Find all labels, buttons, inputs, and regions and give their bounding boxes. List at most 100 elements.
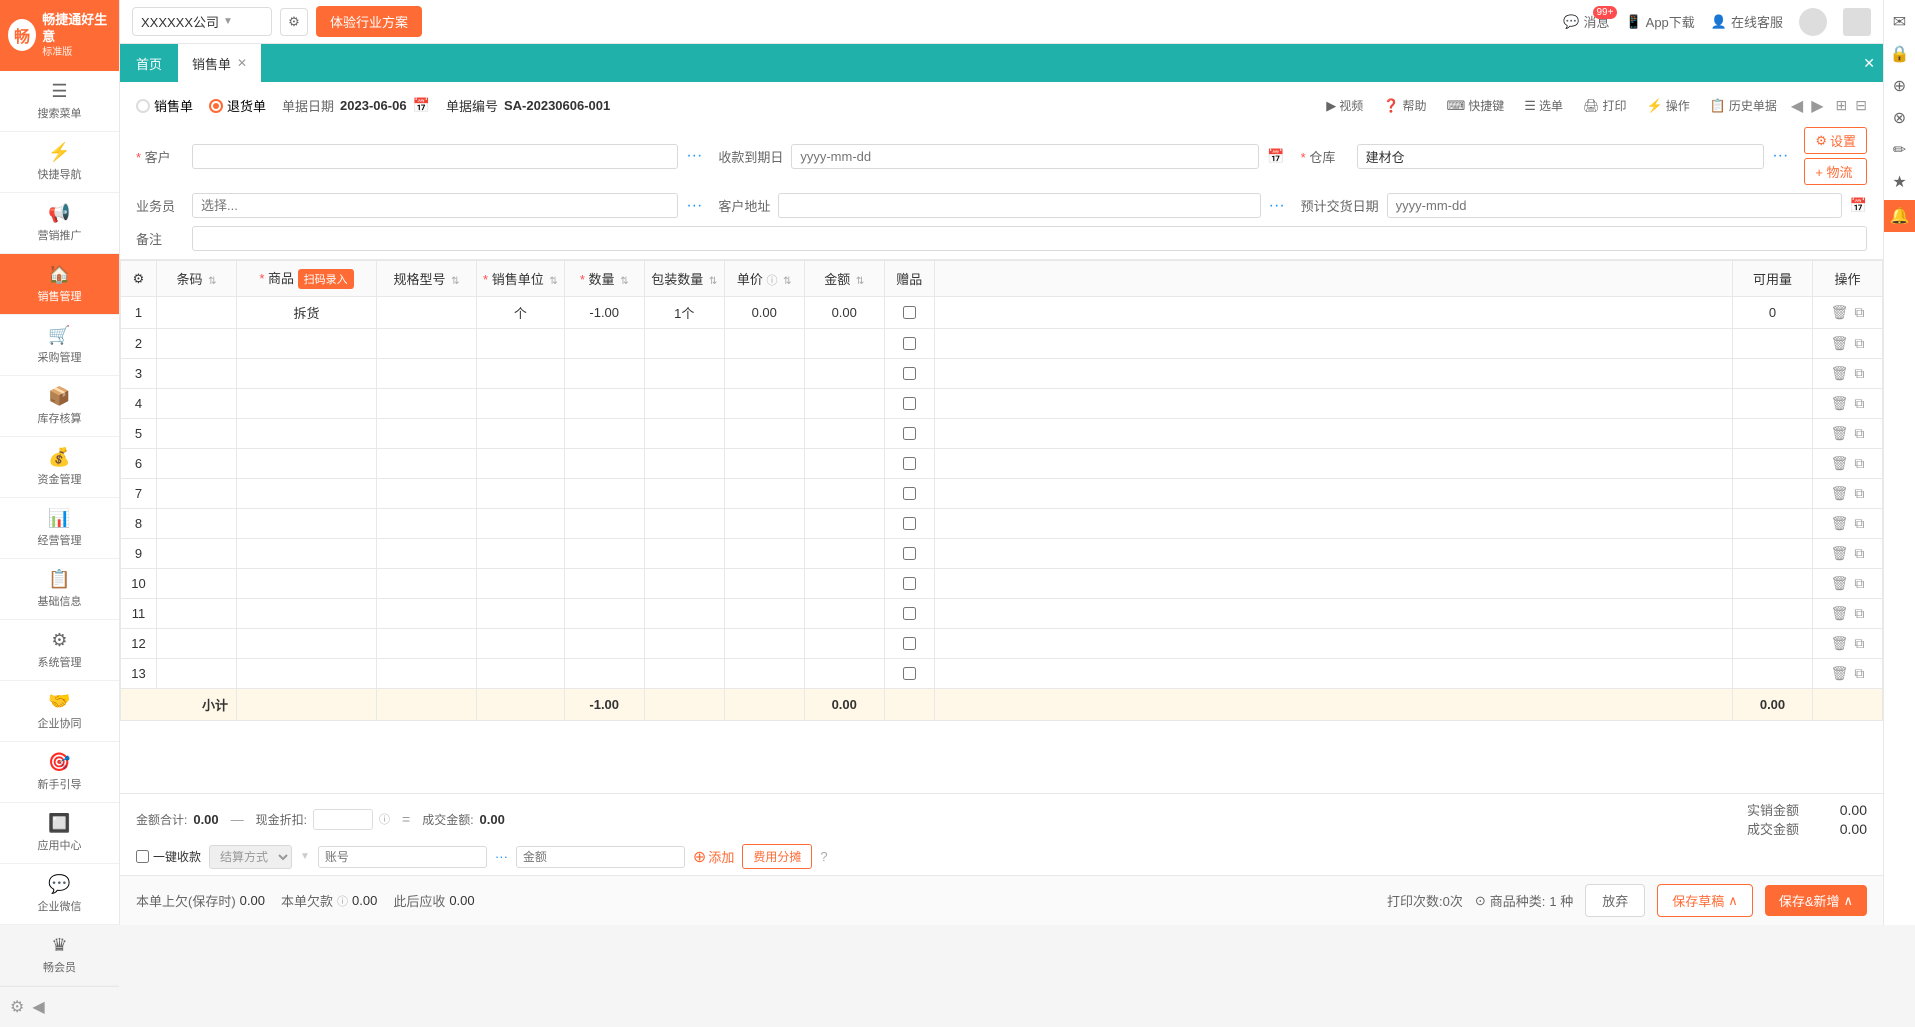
settings-action-btn[interactable]: ⚙ 设置 [1804, 127, 1867, 154]
pack-sort-icon[interactable]: ⇅ [709, 276, 717, 287]
shortcut-btn[interactable]: ⌨ 快捷键 [1441, 94, 1511, 117]
delete-row-icon[interactable]: 🗑 [1831, 485, 1849, 502]
qty-sort-icon[interactable]: ⇅ [620, 276, 628, 287]
spec-sort-icon[interactable]: ⇅ [451, 276, 459, 287]
print-btn[interactable]: 🖨 打印 [1577, 94, 1633, 117]
sidebar-item-ops[interactable]: 📊 经营管理 [0, 498, 119, 559]
close-all-tabs-icon[interactable]: ✕ [1863, 55, 1875, 72]
copy-row-icon[interactable]: ⧉ [1854, 665, 1864, 682]
sidebar-item-member[interactable]: ♛ 畅会员 [0, 925, 119, 986]
due-date-calendar-icon[interactable]: 📅 [1267, 148, 1284, 165]
gift-checkbox[interactable] [903, 517, 916, 530]
delete-row-icon[interactable]: 🗑 [1831, 635, 1849, 652]
add-payment-btn[interactable]: ⊕ 添加 [693, 847, 734, 867]
sidebar-item-search[interactable]: ☰ 搜索菜单 [0, 71, 119, 132]
delete-row-icon[interactable]: 🗑 [1831, 335, 1849, 352]
warehouse-dots-icon[interactable]: ··· [1772, 147, 1788, 165]
sidebar-item-inventory[interactable]: 📦 库存核算 [0, 376, 119, 437]
customer-input[interactable] [192, 144, 678, 169]
row-product[interactable] [237, 329, 377, 359]
pay-account-dots-icon[interactable]: ··· [495, 849, 508, 864]
radio-return[interactable]: 退货单 [209, 96, 266, 115]
barcode-input[interactable] [163, 305, 230, 320]
date-calendar-icon[interactable]: 📅 [413, 97, 430, 114]
gift-checkbox[interactable] [903, 547, 916, 560]
salesperson-input[interactable] [192, 193, 678, 218]
nav-prev-icon[interactable]: ◀ [1791, 96, 1803, 116]
delete-row-icon[interactable]: 🗑 [1831, 304, 1849, 321]
customer-addr-input[interactable] [778, 193, 1260, 218]
gift-checkbox[interactable] [903, 577, 916, 590]
gift-checkbox[interactable] [903, 367, 916, 380]
right-panel-btn-2[interactable]: 🔒 [1886, 40, 1914, 68]
gift-checkbox[interactable] [903, 457, 916, 470]
gift-checkbox[interactable] [903, 306, 916, 319]
right-panel-btn-6[interactable]: ★ [1886, 168, 1914, 196]
row-spec[interactable] [377, 297, 477, 329]
video-btn[interactable]: ▶ 视频 [1320, 94, 1369, 117]
tab-sales[interactable]: 销售单 ✕ [178, 44, 261, 82]
row-qty[interactable] [564, 329, 644, 359]
salesperson-dots-icon[interactable]: ··· [686, 197, 702, 215]
copy-row-icon[interactable]: ⧉ [1854, 304, 1864, 321]
copy-row-icon[interactable]: ⧉ [1854, 545, 1864, 562]
sidebar-item-appstore[interactable]: 🔲 应用中心 [0, 803, 119, 864]
pay-account-input[interactable] [318, 846, 487, 868]
avatar[interactable] [1799, 8, 1827, 36]
sidebar-item-purchase[interactable]: 🛒 采购管理 [0, 315, 119, 376]
row-price[interactable] [724, 329, 804, 359]
fee-split-btn[interactable]: 费用分摊 [742, 844, 812, 869]
row-barcode[interactable] [157, 329, 237, 359]
sidebar-item-wechat[interactable]: 💬 企业微信 [0, 864, 119, 925]
delete-row-icon[interactable]: 🗑 [1831, 425, 1849, 442]
help-btn[interactable]: ❓ 帮助 [1377, 94, 1432, 117]
row-spec[interactable] [377, 329, 477, 359]
gift-checkbox[interactable] [903, 487, 916, 500]
tab-close-icon[interactable]: ✕ [237, 56, 247, 70]
radio-sales[interactable]: 销售单 [136, 96, 193, 115]
copy-row-icon[interactable]: ⧉ [1854, 605, 1864, 622]
gift-checkbox[interactable] [903, 607, 916, 620]
gift-checkbox[interactable] [903, 667, 916, 680]
gift-checkbox[interactable] [903, 337, 916, 350]
delete-row-icon[interactable]: 🗑 [1831, 365, 1849, 382]
right-panel-btn-3[interactable]: ⊕ [1886, 72, 1914, 100]
gift-checkbox[interactable] [903, 427, 916, 440]
gift-checkbox[interactable] [903, 637, 916, 650]
logistics-btn[interactable]: + 物流 [1804, 158, 1867, 185]
sidebar-item-sales[interactable]: 🏠 销售管理 [0, 254, 119, 315]
sidebar-item-quick-nav[interactable]: ⚡ 快捷导航 [0, 132, 119, 193]
delete-row-icon[interactable]: 🗑 [1831, 575, 1849, 592]
company-selector[interactable]: XXXXXX公司 ▼ [132, 7, 272, 36]
save-draft-button[interactable]: 保存草稿 ∧ [1657, 884, 1753, 917]
sidebar-item-finance[interactable]: 💰 资金管理 [0, 437, 119, 498]
due-date-input[interactable] [791, 144, 1259, 169]
right-panel-btn-orange[interactable]: 🔔 [1884, 200, 1915, 232]
notes-input[interactable] [192, 226, 1867, 251]
delete-row-icon[interactable]: 🗑 [1831, 545, 1849, 562]
save-new-button[interactable]: 保存&新增 ∧ [1765, 885, 1867, 916]
copy-row-icon[interactable]: ⧉ [1854, 455, 1864, 472]
sidebar-item-marketing[interactable]: 📢 营销推广 [0, 193, 119, 254]
price-info-icon[interactable]: ⓘ [767, 275, 778, 287]
copy-row-icon[interactable]: ⧉ [1854, 395, 1864, 412]
unit-sort-icon[interactable]: ⇅ [549, 276, 557, 287]
copy-row-icon[interactable]: ⧉ [1854, 335, 1864, 352]
one-click-pay-checkbox[interactable] [136, 850, 149, 863]
service-btn[interactable]: 👤 在线客服 [1711, 12, 1783, 31]
row-price[interactable]: 0.00 [724, 297, 804, 329]
barcode-sort-icon[interactable]: ⇅ [208, 276, 216, 287]
layout-icon2[interactable]: ⊟ [1855, 97, 1867, 114]
app-download-btn[interactable]: 📱 App下载 [1625, 12, 1694, 31]
amount-sort-icon[interactable]: ⇅ [856, 276, 864, 287]
delete-row-icon[interactable]: 🗑 [1831, 665, 1849, 682]
expected-date-input[interactable] [1387, 193, 1842, 218]
tab-home[interactable]: 首页 [120, 44, 178, 82]
pay-method-select[interactable]: 结算方式 [209, 845, 292, 869]
sidebar-item-collab[interactable]: 🤝 企业协同 [0, 681, 119, 742]
pay-amount-input[interactable] [516, 846, 685, 868]
scan-button[interactable]: 扫码录入 [298, 269, 354, 289]
addr-dots-icon[interactable]: ··· [1269, 197, 1285, 215]
copy-row-icon[interactable]: ⧉ [1854, 635, 1864, 652]
nav-next-icon[interactable]: ▶ [1811, 96, 1823, 116]
